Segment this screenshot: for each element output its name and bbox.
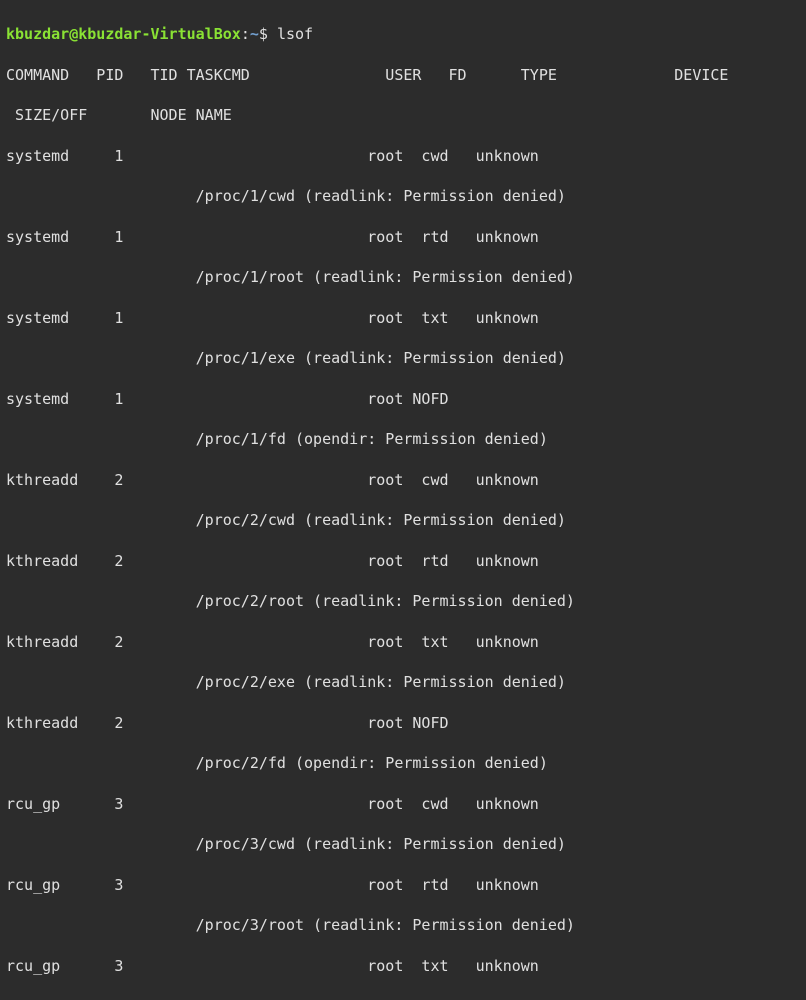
- table-row: systemd 1 root txt unknown: [6, 308, 800, 328]
- table-row: systemd 1 root rtd unknown: [6, 227, 800, 247]
- table-row: systemd 1 root cwd unknown: [6, 146, 800, 166]
- prompt-line[interactable]: kbuzdar@kbuzdar-VirtualBox:~$ lsof: [6, 24, 800, 44]
- table-row: kthreadd 2 root NOFD: [6, 713, 800, 733]
- prompt-path: ~: [250, 25, 259, 43]
- table-row: rcu_gp 3 root rtd unknown: [6, 875, 800, 895]
- table-row: kthreadd 2 root txt unknown: [6, 632, 800, 652]
- table-row: kthreadd 2 root cwd unknown: [6, 470, 800, 490]
- table-row: /proc/2/cwd (readlink: Permission denied…: [6, 510, 800, 530]
- command-input[interactable]: lsof: [277, 25, 313, 43]
- table-row: /proc/1/cwd (readlink: Permission denied…: [6, 186, 800, 206]
- table-row: /proc/2/exe (readlink: Permission denied…: [6, 672, 800, 692]
- prompt-symbol: $: [259, 25, 268, 43]
- table-row: kthreadd 2 root rtd unknown: [6, 551, 800, 571]
- header-line-2: SIZE/OFF NODE NAME: [6, 105, 800, 125]
- table-row: rcu_gp 3 root txt unknown: [6, 956, 800, 976]
- prompt-user-host: kbuzdar@kbuzdar-VirtualBox: [6, 25, 241, 43]
- terminal-output[interactable]: kbuzdar@kbuzdar-VirtualBox:~$ lsof COMMA…: [0, 0, 806, 1000]
- table-row: rcu_gp 3 root cwd unknown: [6, 794, 800, 814]
- table-row: /proc/1/exe (readlink: Permission denied…: [6, 348, 800, 368]
- table-row: /proc/1/root (readlink: Permission denie…: [6, 267, 800, 287]
- table-row: /proc/3/root (readlink: Permission denie…: [6, 915, 800, 935]
- header-line-1: COMMAND PID TID TASKCMD USER FD TYPE DEV…: [6, 65, 800, 85]
- table-row: systemd 1 root NOFD: [6, 389, 800, 409]
- table-row: /proc/1/fd (opendir: Permission denied): [6, 429, 800, 449]
- table-row: /proc/2/fd (opendir: Permission denied): [6, 753, 800, 773]
- table-row: /proc/2/root (readlink: Permission denie…: [6, 591, 800, 611]
- table-row: /proc/3/cwd (readlink: Permission denied…: [6, 834, 800, 854]
